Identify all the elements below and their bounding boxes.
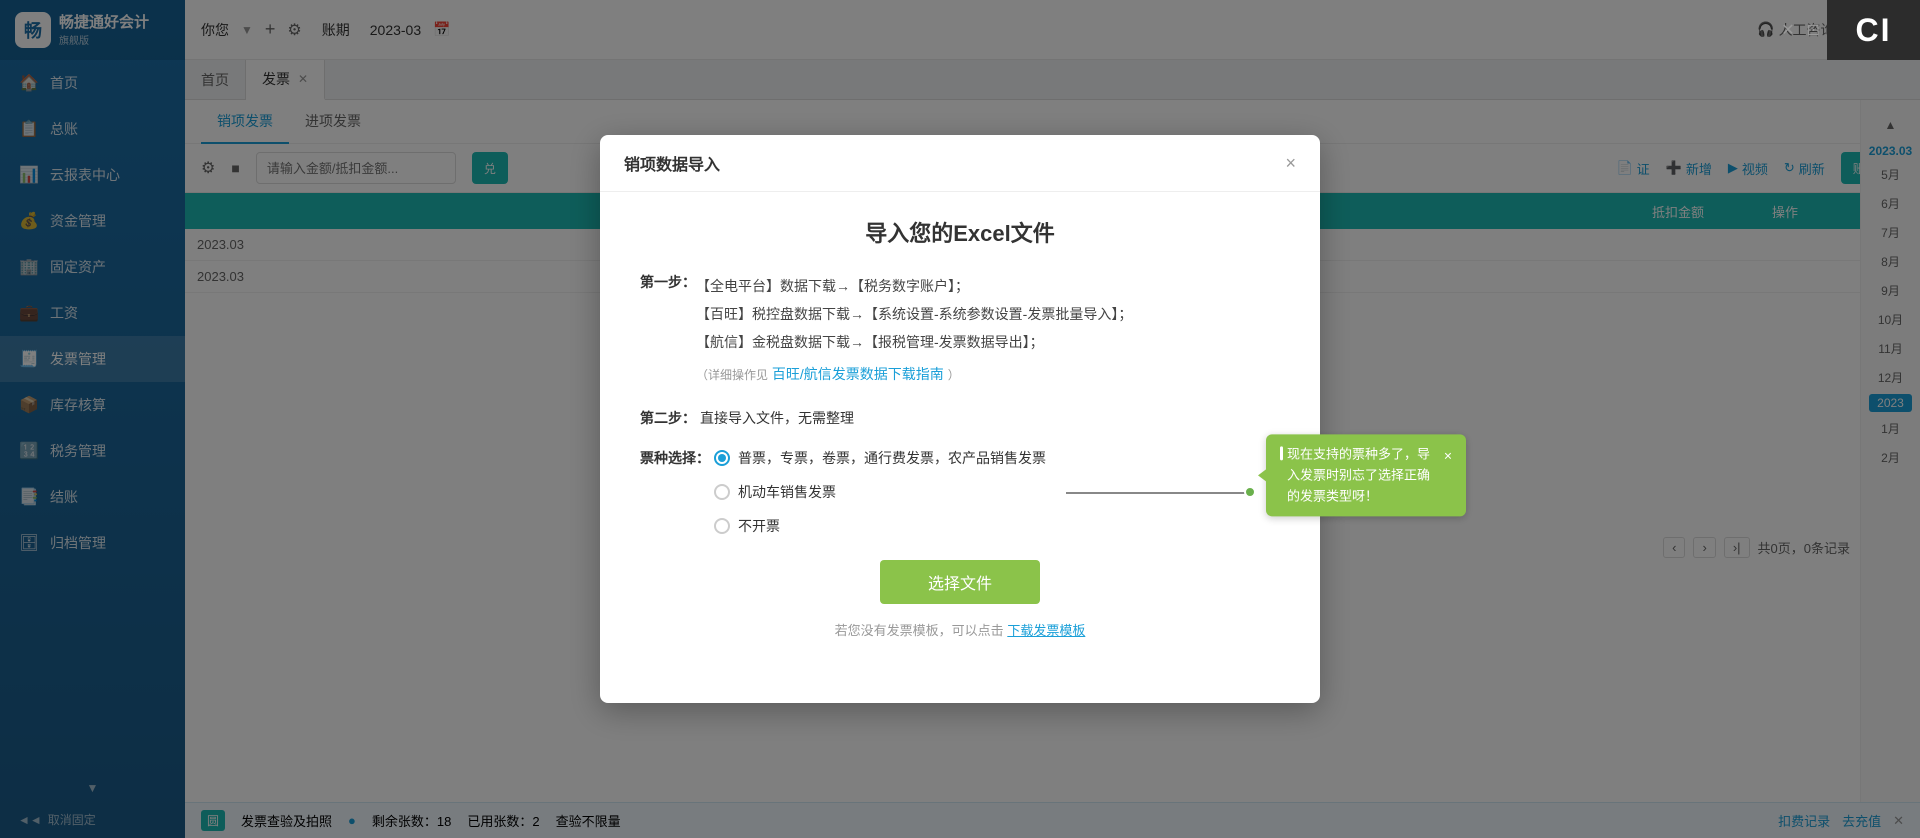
step1-link-row: （详细操作见 百旺/航信发票数据下载指南 ）	[696, 360, 1132, 388]
footer-text: 若您没有发票模板，可以点击	[835, 623, 1004, 638]
modal-close-button[interactable]: ×	[1285, 153, 1296, 174]
step1-line2: 【百旺】税控盘数据下载→【系统设置-系统参数设置-发票批量导入】；	[696, 300, 1132, 328]
step2-text: 直接导入文件，无需整理	[700, 408, 854, 428]
tooltip-text: 现在支持的票种多了，导入发票时别忘了选择正确的发票类型呀！	[1287, 444, 1438, 506]
radio-option-2[interactable]: 机动车销售发票 现在支持的票种多了，导入发票时别忘了选择正确的发票类型呀！	[714, 482, 1046, 502]
radio-circle-3	[714, 518, 730, 534]
modal-import-title: 导入您的Excel文件	[640, 216, 1280, 248]
select-file-button[interactable]: 选择文件	[880, 560, 1040, 604]
modal-body: 导入您的Excel文件 第一步： 【全电平台】数据下载→【税务数字账户】； 【百…	[600, 192, 1320, 663]
tooltip-connector	[1066, 492, 1246, 494]
tooltip-dot	[1244, 486, 1256, 498]
step2-label: 第二步：	[640, 408, 696, 428]
radio-group: 普票，专票，卷票，通行费发票，农产品销售发票 机动车销售发票	[714, 448, 1046, 536]
import-modal: 销项数据导入 × 导入您的Excel文件 第一步： 【全电平台】数据下载→【税务…	[600, 135, 1320, 703]
step1-line3: 【航信】金税盘数据下载→【报税管理-发票数据导出】；	[696, 328, 1132, 356]
ticket-choice-label: 票种选择：	[640, 448, 710, 468]
radio-dot-1	[718, 454, 726, 462]
modal-title: 销项数据导入	[624, 151, 720, 175]
radio-circle-1	[714, 450, 730, 466]
modal-header: 销项数据导入 ×	[600, 135, 1320, 192]
window-maximize-icon[interactable]: ⊡	[1807, 20, 1820, 40]
modal-footer: 若您没有发票模板，可以点击 下载发票模板	[640, 620, 1280, 639]
radio-label-3: 不开票	[738, 516, 780, 536]
modal-step1: 第一步： 【全电平台】数据下载→【税务数字账户】； 【百旺】税控盘数据下载→【系…	[640, 272, 1280, 388]
download-template-link[interactable]: 下载发票模板	[1007, 623, 1085, 638]
radio-label-2: 机动车销售发票	[738, 482, 836, 502]
tooltip-bubble: 现在支持的票种多了，导入发票时别忘了选择正确的发票类型呀！ ×	[1266, 434, 1466, 516]
radio-label-1: 普票，专票，卷票，通行费发票，农产品销售发票	[738, 448, 1046, 468]
step1-line1: 【全电平台】数据下载→【税务数字账户】；	[696, 272, 1132, 300]
window-controls: ✕ ⊡	[1781, 0, 1820, 60]
radio-option-3[interactable]: 不开票	[714, 516, 1046, 536]
step1-link-suffix: ）	[948, 368, 960, 382]
modal-step2: 第二步： 直接导入文件，无需整理	[640, 408, 1280, 428]
step1-guide-link[interactable]: 百旺/航信发票数据下载指南	[772, 366, 944, 382]
radio-circle-2	[714, 484, 730, 500]
ticket-choice: 票种选择： 普票，专票，卷票，通行费发票，农产品销售发票 机动车销售发票	[640, 448, 1280, 536]
tooltip-arrow	[1258, 470, 1266, 482]
step1-link-prefix: （详细操作见	[696, 368, 768, 382]
tooltip-close-btn[interactable]: ×	[1444, 444, 1452, 466]
tooltip-bar	[1280, 446, 1283, 460]
radio-option-1[interactable]: 普票，专票，卷票，通行费发票，农产品销售发票	[714, 448, 1046, 468]
ci-badge: CI	[1827, 0, 1920, 60]
step1-label: 第一步：	[640, 272, 696, 292]
window-close-icon[interactable]: ✕	[1781, 20, 1794, 40]
step1-content: 【全电平台】数据下载→【税务数字账户】； 【百旺】税控盘数据下载→【系统设置-系…	[696, 272, 1132, 388]
modal-overlay: 销项数据导入 × 导入您的Excel文件 第一步： 【全电平台】数据下载→【税务…	[0, 0, 1920, 838]
